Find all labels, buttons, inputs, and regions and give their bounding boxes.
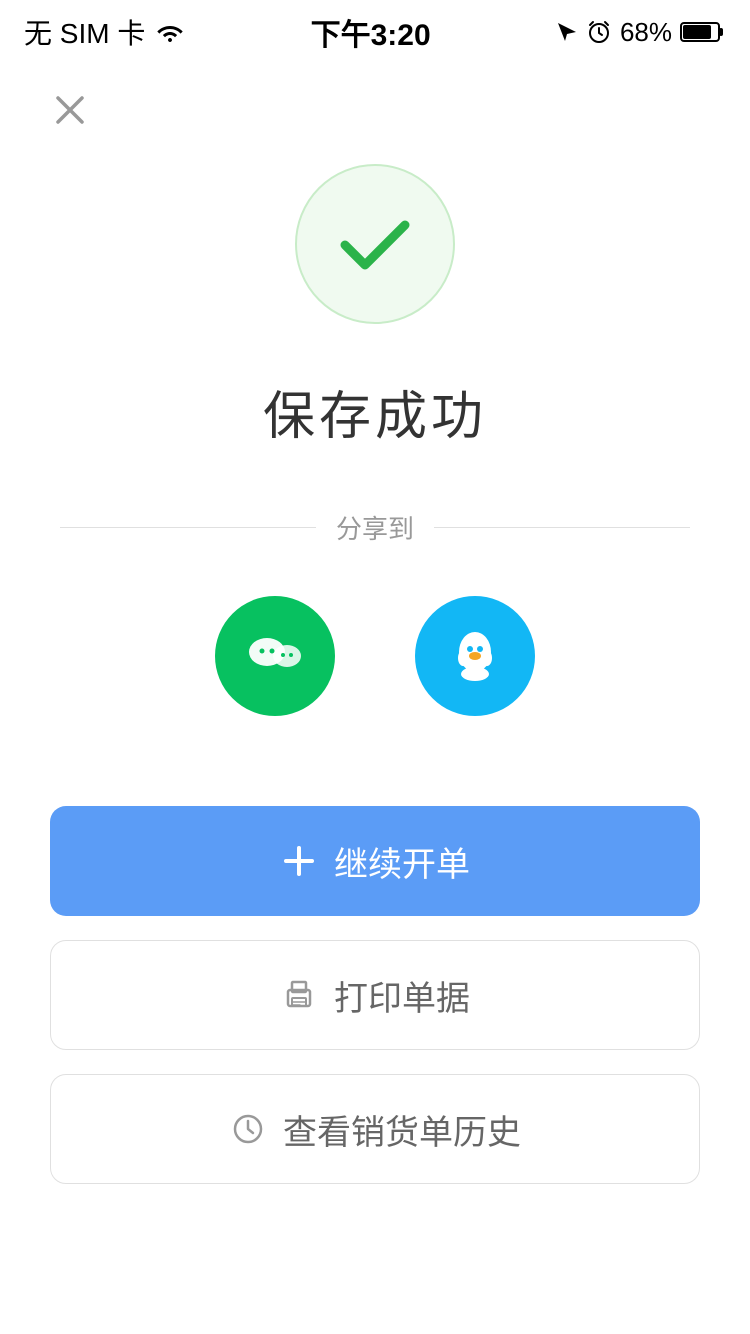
status-left: 无 SIM 卡 — [24, 12, 185, 52]
divider-line-right — [434, 527, 690, 528]
share-wechat-button[interactable] — [215, 596, 335, 716]
printer-icon — [280, 976, 318, 1014]
clock-icon — [229, 1110, 267, 1148]
continue-order-label: 继续开单 — [334, 837, 470, 886]
main-content: 保存成功 分享到 — [0, 64, 750, 1184]
qq-icon — [441, 622, 509, 690]
close-button[interactable] — [40, 80, 100, 140]
wifi-icon — [155, 20, 185, 44]
share-divider-text: 分享到 — [316, 509, 434, 546]
view-history-label: 查看销货单历史 — [283, 1105, 521, 1154]
location-icon — [556, 21, 578, 43]
battery-text: 68% — [620, 17, 672, 48]
success-title: 保存成功 — [263, 374, 487, 449]
divider-line-left — [60, 527, 316, 528]
status-right: 68% — [556, 17, 726, 48]
battery-icon — [680, 20, 726, 44]
print-receipt-button[interactable]: 打印单据 — [50, 940, 700, 1050]
action-buttons: 继续开单 打印单据 查看销货单历史 — [0, 806, 750, 1184]
wechat-icon — [241, 622, 309, 690]
plus-icon — [280, 842, 318, 880]
carrier-text: 无 SIM 卡 — [24, 12, 145, 52]
status-time: 下午3:20 — [311, 10, 431, 54]
view-history-button[interactable]: 查看销货单历史 — [50, 1074, 700, 1184]
success-circle — [295, 164, 455, 324]
continue-order-button[interactable]: 继续开单 — [50, 806, 700, 916]
checkmark-icon — [330, 199, 420, 289]
share-divider: 分享到 — [0, 509, 750, 546]
status-bar: 无 SIM 卡 下午3:20 68% — [0, 0, 750, 64]
close-icon — [50, 90, 90, 130]
alarm-icon — [586, 19, 612, 45]
share-icons-row — [215, 596, 535, 716]
share-qq-button[interactable] — [415, 596, 535, 716]
print-receipt-label: 打印单据 — [334, 971, 470, 1020]
